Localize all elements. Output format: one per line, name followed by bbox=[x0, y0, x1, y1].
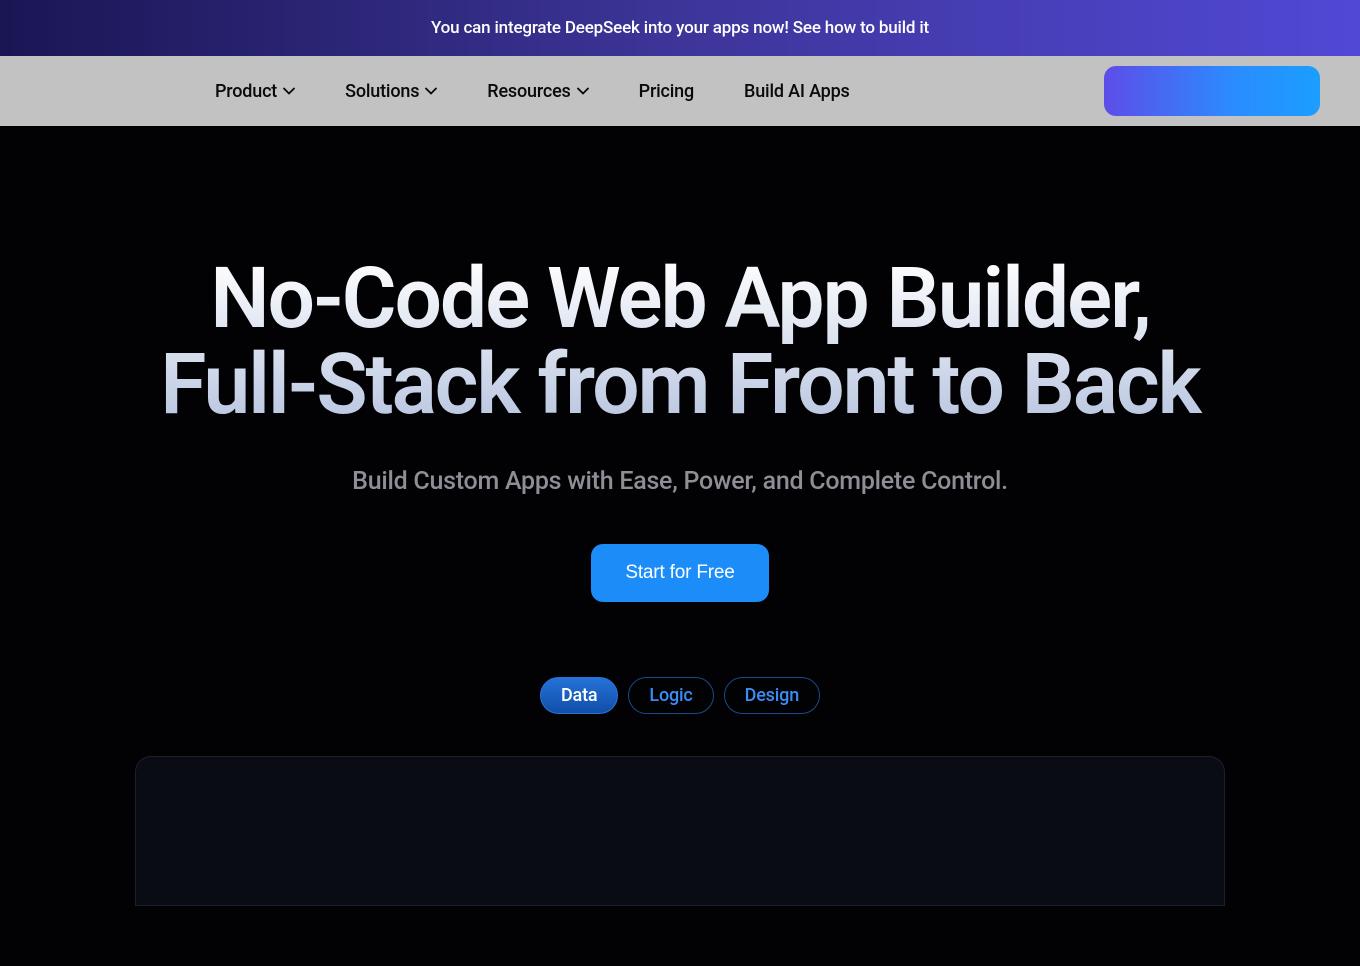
nav-item-build-ai-apps[interactable]: Build AI Apps bbox=[719, 81, 875, 102]
chevron-down-icon bbox=[425, 87, 437, 95]
navbar: Product Solutions Resources Pricing Buil… bbox=[0, 56, 1360, 126]
nav-links: Product Solutions Resources Pricing Buil… bbox=[190, 81, 875, 102]
nav-item-pricing[interactable]: Pricing bbox=[614, 81, 719, 102]
hero-subtitle: Build Custom Apps with Ease, Power, and … bbox=[20, 467, 1340, 496]
nav-item-solutions[interactable]: Solutions bbox=[320, 81, 462, 102]
content-preview-panel bbox=[135, 756, 1225, 906]
nav-item-label: Pricing bbox=[639, 81, 694, 102]
nav-item-label: Solutions bbox=[345, 81, 419, 102]
announcement-text: You can integrate DeepSeek into your app… bbox=[431, 18, 929, 38]
hero-section: No-Code Web App Builder, Full-Stack from… bbox=[0, 126, 1360, 966]
tab-logic[interactable]: Logic bbox=[628, 677, 713, 714]
hero-title-line1: No-Code Web App Builder, bbox=[210, 249, 1150, 348]
feature-tabs: Data Logic Design bbox=[20, 677, 1340, 714]
nav-item-product[interactable]: Product bbox=[190, 81, 320, 102]
hero-title-line2: Full-Stack from Front to Back bbox=[160, 335, 1200, 434]
announcement-bar[interactable]: You can integrate DeepSeek into your app… bbox=[0, 0, 1360, 56]
chevron-down-icon bbox=[577, 87, 589, 95]
start-for-free-button[interactable]: Start for Free bbox=[591, 544, 768, 602]
nav-item-label: Product bbox=[215, 81, 277, 102]
tab-design[interactable]: Design bbox=[724, 677, 820, 714]
chevron-down-icon bbox=[283, 87, 295, 95]
nav-item-resources[interactable]: Resources bbox=[462, 81, 613, 102]
nav-item-label: Resources bbox=[487, 81, 570, 102]
nav-cta-button[interactable] bbox=[1104, 66, 1320, 116]
tab-data[interactable]: Data bbox=[540, 677, 618, 714]
nav-item-label: Build AI Apps bbox=[744, 81, 850, 102]
hero-title: No-Code Web App Builder, Full-Stack from… bbox=[20, 256, 1340, 427]
